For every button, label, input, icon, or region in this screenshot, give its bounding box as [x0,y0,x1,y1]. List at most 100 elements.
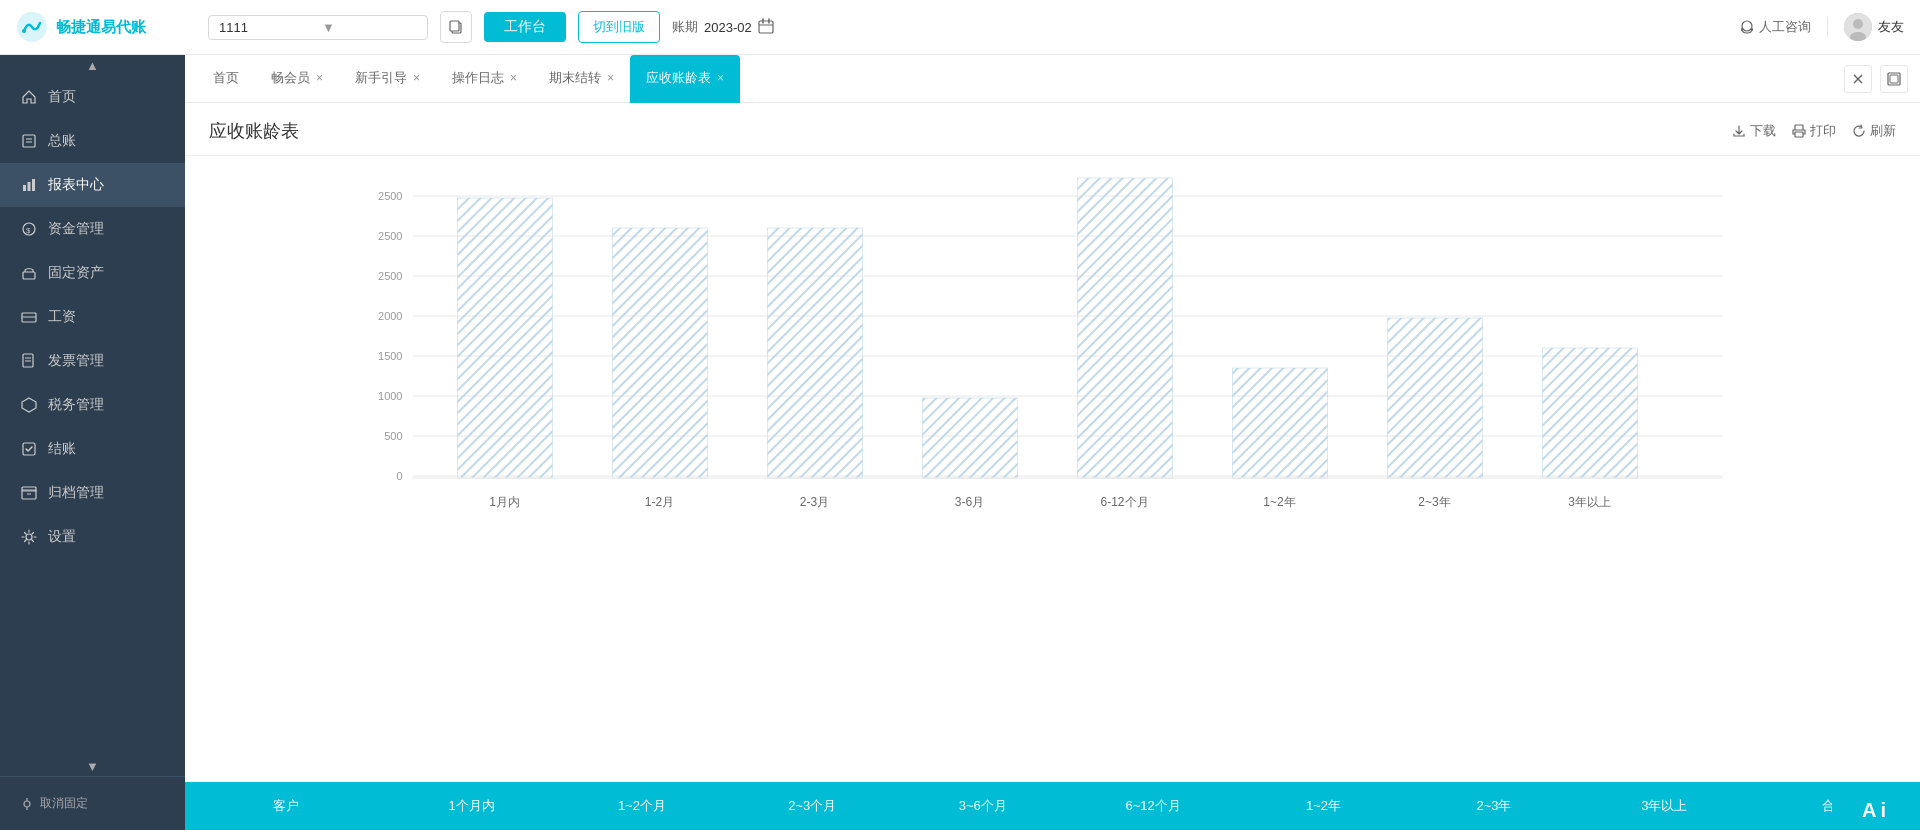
sidebar-item-archive[interactable]: 归档管理 [0,471,185,515]
download-label: 下载 [1750,122,1776,140]
svg-text:1-2月: 1-2月 [645,495,674,509]
sidebar-label-invoice: 发票管理 [48,352,104,370]
sidebar-label-assets: 固定资产 [48,264,104,282]
copy-button[interactable] [440,11,472,43]
logo-icon [16,11,48,43]
pin-icon [20,797,34,811]
tab-period-end[interactable]: 期末结转 × [533,55,630,103]
svg-text:500: 500 [384,430,402,442]
sidebar: ▲ 首页 总账 报表中心 $ [0,55,185,830]
svg-rect-40 [1795,125,1803,130]
closing-icon [20,440,38,458]
cancel-fixed-button[interactable]: 取消固定 [20,787,165,820]
th-1month: 1个月内 [386,797,556,815]
header-right: 人工咨询 友友 [1739,13,1904,41]
tab-oplog-close[interactable]: × [510,72,517,84]
svg-text:$: $ [26,226,31,235]
th-1-2month: 1~2个月 [557,797,727,815]
svg-text:2500: 2500 [378,230,402,242]
user-area[interactable]: 友友 [1844,13,1904,41]
sidebar-item-assets[interactable]: 固定资产 [0,251,185,295]
sidebar-item-settings[interactable]: 设置 [0,515,185,559]
download-button[interactable]: 下载 [1732,122,1776,140]
refresh-icon [1852,124,1866,138]
sidebar-item-tax[interactable]: 税务管理 [0,383,185,427]
svg-rect-10 [1751,28,1753,31]
scroll-down-arrow[interactable]: ▼ [0,756,185,776]
svg-text:1000: 1000 [378,390,402,402]
svg-text:2~3年: 2~3年 [1418,495,1450,509]
tab-member[interactable]: 畅会员 × [255,55,339,103]
sidebar-item-invoice[interactable]: 发票管理 [0,339,185,383]
support-label: 人工咨询 [1759,18,1811,36]
top-header: 畅捷通易代账 1111 ▼ 工作台 切到旧版 账期 2023-02 [0,0,1920,55]
workbench-button[interactable]: 工作台 [484,12,566,42]
home-icon [20,88,38,106]
sidebar-item-ledger[interactable]: 总账 [0,119,185,163]
salary-icon [20,308,38,326]
tab-home[interactable]: 首页 [197,55,255,103]
headset-icon [1739,19,1755,35]
page-title: 应收账龄表 [209,119,299,143]
copy-icon [448,19,464,35]
tab-guide-close[interactable]: × [413,72,420,84]
tab-aging-close[interactable]: × [717,72,724,84]
table-header-row: 客户 1个月内 1~2个月 2~3个月 3~6个月 6~12个月 1~2年 2~… [185,782,1920,830]
svg-point-12 [1853,19,1863,29]
sidebar-item-closing[interactable]: 结账 [0,427,185,471]
close-tab-button[interactable] [1844,65,1872,93]
sidebar-item-funds[interactable]: $ 资金管理 [0,207,185,251]
refresh-button[interactable]: 刷新 [1852,122,1896,140]
tax-icon [20,396,38,414]
svg-rect-41 [1795,132,1803,137]
content-area: 首页 畅会员 × 新手引导 × 操作日志 × 期末结转 × 应收账龄表 × [185,55,1920,830]
tab-guide[interactable]: 新手引导 × [339,55,436,103]
user-name: 友友 [1878,18,1904,36]
svg-text:6-12个月: 6-12个月 [1100,495,1148,509]
tab-period-end-close[interactable]: × [607,72,614,84]
scroll-up-arrow[interactable]: ▲ [0,55,185,75]
th-6-12month: 6~12个月 [1068,797,1238,815]
sidebar-item-salary[interactable]: 工资 [0,295,185,339]
sidebar-label-tax: 税务管理 [48,396,104,414]
support-button[interactable]: 人工咨询 [1739,18,1811,36]
ai-badge: Ai [1832,791,1920,830]
svg-text:1月内: 1月内 [489,495,520,509]
sidebar-label-home: 首页 [48,88,76,106]
bar-1月内 [458,198,553,478]
switch-version-button[interactable]: 切到旧版 [578,11,660,43]
sidebar-label-closing: 结账 [48,440,76,458]
tab-aging[interactable]: 应收账龄表 × [630,55,740,103]
svg-rect-3 [450,21,459,31]
sidebar-item-reports[interactable]: 报表中心 [0,163,185,207]
expand-tab-button[interactable] [1880,65,1908,93]
svg-rect-14 [23,135,35,147]
bar-2-3月 [768,228,863,478]
ledger-icon [20,132,38,150]
print-icon [1792,124,1806,138]
print-label: 打印 [1810,122,1836,140]
bar-3-6月 [923,398,1018,478]
svg-rect-19 [32,179,35,191]
company-selector[interactable]: 1111 ▼ [208,15,428,40]
bar-chart: 2500 2500 2500 2000 1500 1000 500 0 [195,176,1890,556]
tab-bar: 首页 畅会员 × 新手引导 × 操作日志 × 期末结转 × 应收账龄表 × [185,55,1920,103]
svg-text:2500: 2500 [378,270,402,282]
settings-icon [20,528,38,546]
th-customer: 客户 [185,797,386,815]
sidebar-label-settings: 设置 [48,528,76,546]
tab-member-close[interactable]: × [316,72,323,84]
page-content: 应收账龄表 下载 [185,103,1920,830]
print-button[interactable]: 打印 [1792,122,1836,140]
th-1-2year: 1~2年 [1238,797,1408,815]
tab-oplog[interactable]: 操作日志 × [436,55,533,103]
chart-container: 2500 2500 2500 2000 1500 1000 500 0 [185,156,1920,782]
close-icon [1851,72,1865,86]
download-icon [1732,124,1746,138]
calendar-icon[interactable] [758,18,774,37]
sidebar-item-home[interactable]: 首页 [0,75,185,119]
svg-text:3-6月: 3-6月 [955,495,984,509]
period-label: 账期 [672,18,698,36]
assets-icon [20,264,38,282]
sidebar-bottom: 取消固定 [0,776,185,830]
